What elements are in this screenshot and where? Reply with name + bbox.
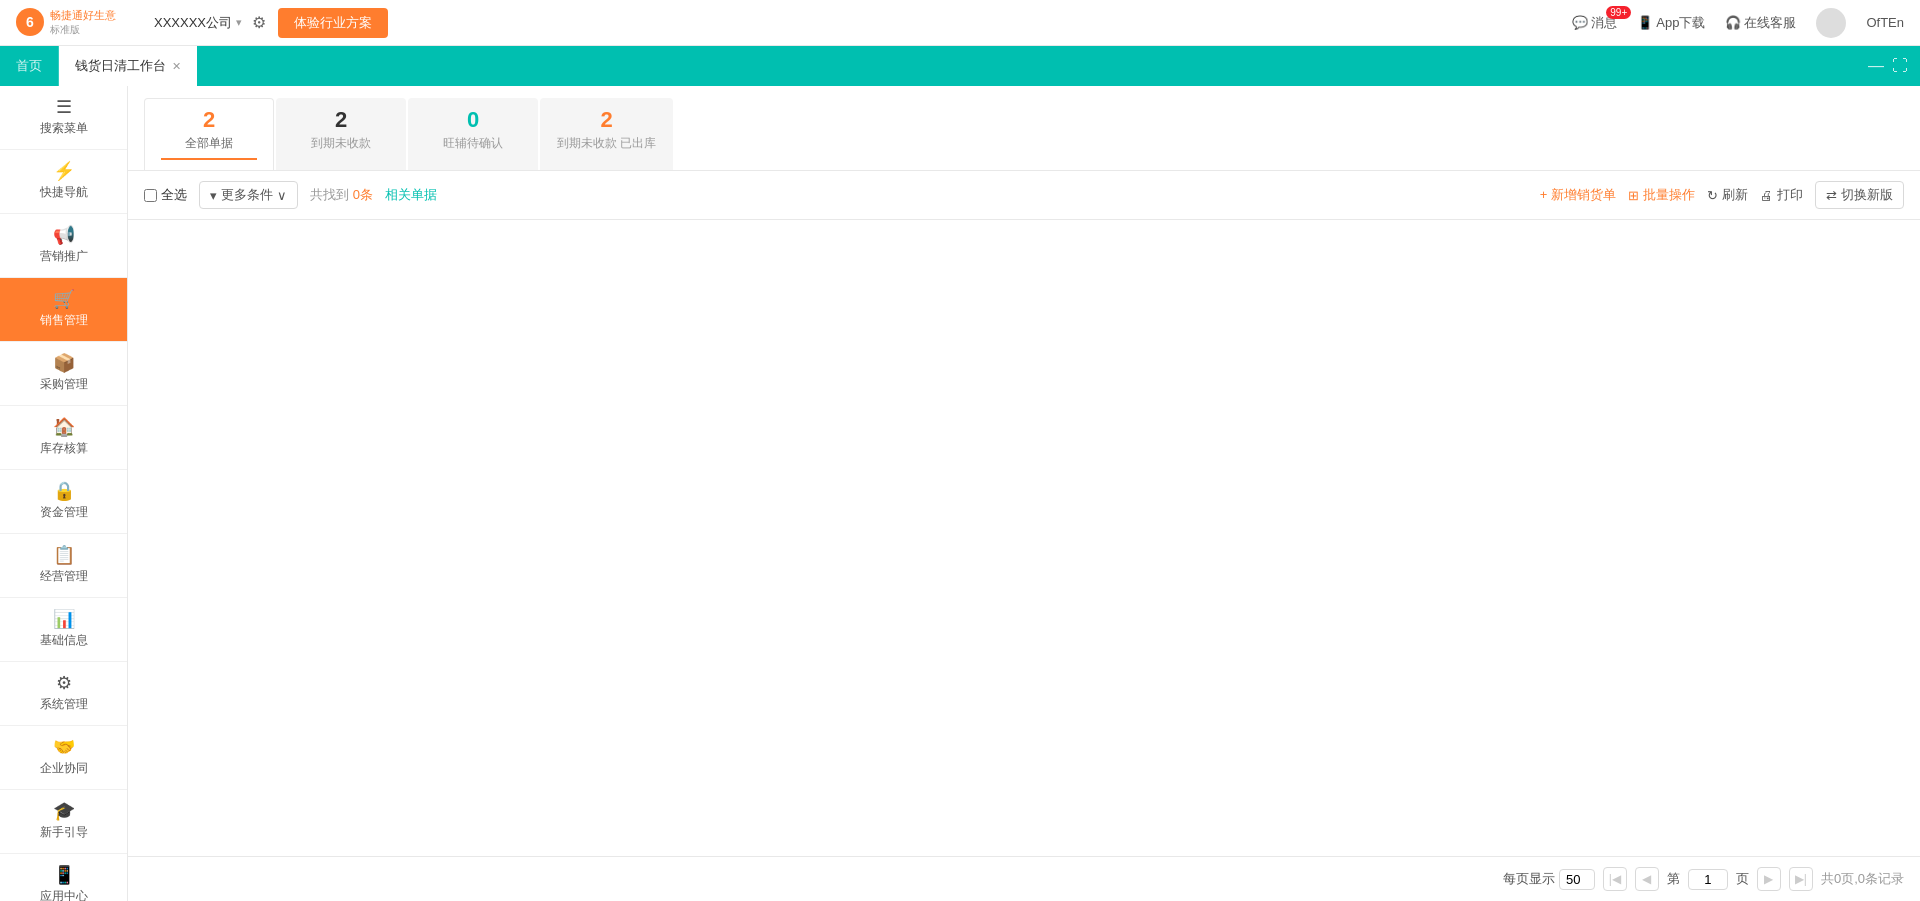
refresh-icon: ↻ <box>1707 188 1718 203</box>
main-layout: ☰ 搜索菜单 ⚡ 快捷导航 📢 营销推广 🛒 销售管理 📦 采购管理 🏠 库存核… <box>0 86 1920 901</box>
related-docs-link[interactable]: 相关单据 <box>385 186 437 204</box>
print-button[interactable]: 🖨 打印 <box>1760 186 1803 204</box>
mobile-icon: 📱 <box>53 866 75 884</box>
headset-icon: 🎧 <box>1725 15 1741 30</box>
found-count: 0条 <box>353 187 373 202</box>
box-icon: 📦 <box>53 354 75 372</box>
add-sales-order-button[interactable]: + 新增销货单 <box>1540 186 1616 204</box>
stat-tab-shipped-label: 到期未收款 已出库 <box>557 135 656 152</box>
sidebar-item-marketing[interactable]: 📢 营销推广 <box>0 214 127 278</box>
logo-icon: 6 <box>16 8 44 36</box>
tab-bar-actions: — ⛶ <box>1856 46 1920 86</box>
stat-tab-overdue-number: 2 <box>293 107 389 133</box>
stat-tab-all[interactable]: 2 全部单据 <box>144 98 274 170</box>
batch-icon: ⊞ <box>1628 188 1639 203</box>
sidebar-item-quicknav[interactable]: ⚡ 快捷导航 <box>0 150 127 214</box>
home-icon: 🏠 <box>53 418 75 436</box>
switch-version-button[interactable]: ⇄ 切换新版 <box>1815 181 1904 209</box>
sidebar-item-guide[interactable]: 🎓 新手引导 <box>0 790 127 854</box>
company-selector[interactable]: XXXXXX公司 ▾ <box>154 14 242 32</box>
sidebar-item-appstore[interactable]: 📱 应用中心 <box>0 854 127 901</box>
tab-workbench[interactable]: 钱货日清工作台 ✕ <box>59 46 197 86</box>
header-right: 💬 消息 99+ 📱 App下载 🎧 在线客服 OfTEn <box>1572 8 1904 38</box>
speaker-icon: 📢 <box>53 226 75 244</box>
minimize-icon[interactable]: — <box>1868 57 1884 75</box>
filter-icon: ▾ <box>210 188 217 203</box>
page-last-button[interactable]: ▶| <box>1789 867 1813 891</box>
toolbar-right: + 新增销货单 ⊞ 批量操作 ↻ 刷新 🖨 打印 ⇄ 切换新版 <box>1540 181 1904 209</box>
sidebar-item-inventory[interactable]: 🏠 库存核算 <box>0 406 127 470</box>
table-area <box>128 220 1920 856</box>
clipboard-icon: 📋 <box>53 546 75 564</box>
gear-icon: ⚙ <box>56 674 72 692</box>
filter-button[interactable]: ▾ 更多条件 ∨ <box>199 181 298 209</box>
settings-icon[interactable]: ⚙ <box>252 13 266 32</box>
content-area: 2 全部单据 2 到期未收款 0 旺辅待确认 2 到期未收款 已出库 <box>128 86 1920 901</box>
cart-icon: 🛒 <box>53 290 75 308</box>
page-size-select: 每页显示 50 100 200 <box>1503 869 1595 890</box>
message-badge: 99+ <box>1606 6 1631 19</box>
refresh-button[interactable]: ↻ 刷新 <box>1707 186 1748 204</box>
maximize-icon[interactable]: ⛶ <box>1892 57 1908 75</box>
chevron-down-icon: ▾ <box>236 16 242 29</box>
trial-button[interactable]: 体验行业方案 <box>278 8 388 38</box>
found-text: 共找到 0条 <box>310 186 373 204</box>
tab-bar: 首页 钱货日清工作台 ✕ — ⛶ <box>0 46 1920 86</box>
stat-tab-wangpu-label: 旺辅待确认 <box>425 135 521 152</box>
username-label[interactable]: OfTEn <box>1866 15 1904 30</box>
graduation-icon: 🎓 <box>53 802 75 820</box>
sidebar-item-system[interactable]: ⚙ 系统管理 <box>0 662 127 726</box>
stat-tab-overdue-label: 到期未收款 <box>293 135 389 152</box>
page-number-input[interactable] <box>1688 869 1728 890</box>
sidebar-item-finance[interactable]: 🔒 资金管理 <box>0 470 127 534</box>
stat-tab-wangpu[interactable]: 0 旺辅待确认 <box>408 98 538 170</box>
message-icon: 💬 <box>1572 15 1588 30</box>
sidebar-item-sales[interactable]: 🛒 销售管理 <box>0 278 127 342</box>
sidebar-item-basic-info[interactable]: 📊 基础信息 <box>0 598 127 662</box>
tab-home[interactable]: 首页 <box>0 46 59 86</box>
page-next-button[interactable]: ▶ <box>1757 867 1781 891</box>
message-button[interactable]: 💬 消息 99+ <box>1572 14 1617 32</box>
select-all-input[interactable] <box>144 189 157 202</box>
stat-tab-shipped[interactable]: 2 到期未收款 已出库 <box>540 98 673 170</box>
chart-icon: 📊 <box>53 610 75 628</box>
avatar[interactable] <box>1816 8 1846 38</box>
page-first-button[interactable]: |◀ <box>1603 867 1627 891</box>
lock-icon: 🔒 <box>53 482 75 500</box>
switch-icon: ⇄ <box>1826 188 1837 203</box>
stat-tab-overdue[interactable]: 2 到期未收款 <box>276 98 406 170</box>
sidebar-item-operations[interactable]: 📋 经营管理 <box>0 534 127 598</box>
chevron-icon: ∨ <box>277 188 287 203</box>
top-header: 6 畅捷通好生意 标准版 XXXXXX公司 ▾ ⚙ 体验行业方案 💬 消息 99… <box>0 0 1920 46</box>
sidebar-item-search[interactable]: ☰ 搜索菜单 <box>0 86 127 150</box>
stat-tab-wangpu-number: 0 <box>425 107 521 133</box>
batch-operation-button[interactable]: ⊞ 批量操作 <box>1628 186 1695 204</box>
logo-area: 6 畅捷通好生意 标准版 <box>16 8 144 36</box>
page-size-dropdown[interactable]: 50 100 200 <box>1559 869 1595 890</box>
menu-icon: ☰ <box>56 98 72 116</box>
stats-tabs-row: 2 全部单据 2 到期未收款 0 旺辅待确认 2 到期未收款 已出库 <box>144 98 1904 170</box>
sidebar-item-purchase[interactable]: 📦 采购管理 <box>0 342 127 406</box>
page-prev-button[interactable]: ◀ <box>1635 867 1659 891</box>
sidebar-item-enterprise[interactable]: 🤝 企业协同 <box>0 726 127 790</box>
page-total: 共0页,0条记录 <box>1821 870 1904 888</box>
app-download-button[interactable]: 📱 App下载 <box>1637 14 1705 32</box>
stat-tab-all-number: 2 <box>161 107 257 133</box>
phone-icon: 📱 <box>1637 15 1653 30</box>
online-service-button[interactable]: 🎧 在线客服 <box>1725 14 1796 32</box>
pagination-bar: 每页显示 50 100 200 |◀ ◀ 第 页 ▶ ▶| 共0页,0条记录 <box>128 856 1920 901</box>
toolbar: 全选 ▾ 更多条件 ∨ 共找到 0条 相关单据 + 新增销货单 ⊞ 批量操作 ↻ <box>128 171 1920 220</box>
logo-name: 畅捷通好生意 <box>50 8 116 22</box>
flash-icon: ⚡ <box>53 162 75 180</box>
stat-tab-shipped-number: 2 <box>557 107 656 133</box>
sidebar: ☰ 搜索菜单 ⚡ 快捷导航 📢 营销推广 🛒 销售管理 📦 采购管理 🏠 库存核… <box>0 86 128 901</box>
handshake-icon: 🤝 <box>53 738 75 756</box>
stats-tabs: 2 全部单据 2 到期未收款 0 旺辅待确认 2 到期未收款 已出库 <box>128 86 1920 171</box>
tab-close-icon[interactable]: ✕ <box>172 60 181 73</box>
logo-sub: 标准版 <box>50 23 116 37</box>
select-all-checkbox[interactable]: 全选 <box>144 186 187 204</box>
print-icon: 🖨 <box>1760 188 1773 203</box>
stat-tab-all-label: 全部单据 <box>161 135 257 152</box>
